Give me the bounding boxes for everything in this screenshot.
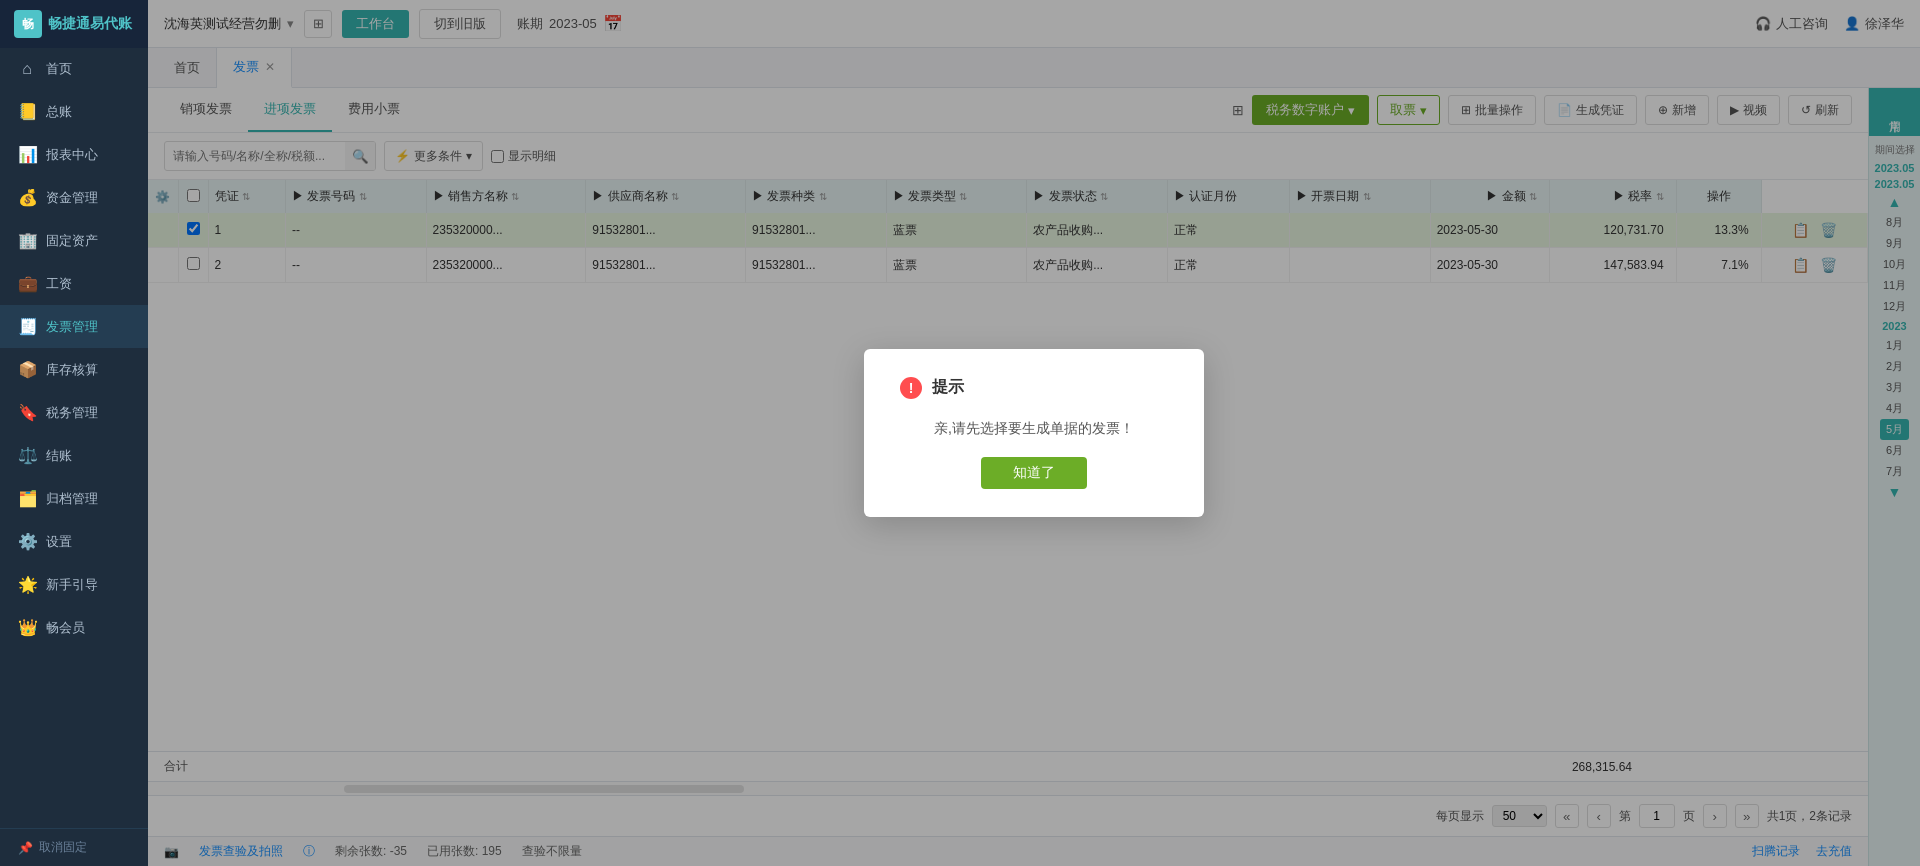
guide-icon: 🌟 [18, 575, 36, 594]
sidebar-item-reports[interactable]: 📊 报表中心 [0, 133, 148, 176]
sidebar-item-label: 库存核算 [46, 361, 98, 379]
sidebar-item-label: 报表中心 [46, 146, 98, 164]
warning-icon: ! [900, 377, 922, 399]
sidebar-item-label: 固定资产 [46, 232, 98, 250]
invoice-icon: 🧾 [18, 317, 36, 336]
cancel-pin-label: 取消固定 [39, 839, 87, 856]
app-name: 畅捷通易代账 [48, 15, 132, 33]
sidebar-item-label: 税务管理 [46, 404, 98, 422]
sidebar-item-ledger[interactable]: 📒 总账 [0, 90, 148, 133]
sidebar-item-label: 畅会员 [46, 619, 85, 637]
sidebar-item-label: 发票管理 [46, 318, 98, 336]
sidebar-item-inventory[interactable]: 📦 库存核算 [0, 348, 148, 391]
pin-icon: 📌 [18, 841, 33, 855]
modal-title: 提示 [932, 377, 964, 398]
sidebar: 畅 畅捷通易代账 ⌂ 首页 📒 总账 📊 报表中心 💰 资金管理 🏢 固定资产 … [0, 0, 148, 866]
assets-icon: 🏢 [18, 231, 36, 250]
main-content: 沈海英测试经营勿删 ▾ ⊞ 工作台 切到旧版 账期 2023-05 📅 🎧 人工… [148, 0, 1920, 866]
salary-icon: 💼 [18, 274, 36, 293]
tax-icon: 🔖 [18, 403, 36, 422]
sidebar-item-label: 资金管理 [46, 189, 98, 207]
sidebar-item-label: 工资 [46, 275, 72, 293]
modal-title-row: ! 提示 [900, 377, 1168, 399]
sidebar-item-archive[interactable]: 🗂️ 归档管理 [0, 477, 148, 520]
modal-footer: 知道了 [900, 457, 1168, 489]
sidebar-item-label: 首页 [46, 60, 72, 78]
sidebar-item-label: 设置 [46, 533, 72, 551]
modal-message: 亲,请先选择要生成单据的发票！ [934, 420, 1134, 436]
app-logo: 畅 畅捷通易代账 [0, 0, 148, 48]
modal-body: 亲,请先选择要生成单据的发票！ [934, 417, 1134, 439]
sidebar-item-assets[interactable]: 🏢 固定资产 [0, 219, 148, 262]
reports-icon: 📊 [18, 145, 36, 164]
inventory-icon: 📦 [18, 360, 36, 379]
logo-icon: 畅 [14, 10, 42, 38]
settlement-icon: ⚖️ [18, 446, 36, 465]
sidebar-item-salary[interactable]: 💼 工资 [0, 262, 148, 305]
sidebar-item-label: 结账 [46, 447, 72, 465]
sidebar-item-label: 归档管理 [46, 490, 98, 508]
ledger-icon: 📒 [18, 102, 36, 121]
sidebar-item-label: 新手引导 [46, 576, 98, 594]
sidebar-item-settings[interactable]: ⚙️ 设置 [0, 520, 148, 563]
sidebar-item-member[interactable]: 👑 畅会员 [0, 606, 148, 649]
sidebar-item-tax[interactable]: 🔖 税务管理 [0, 391, 148, 434]
funds-icon: 💰 [18, 188, 36, 207]
archive-icon: 🗂️ [18, 489, 36, 508]
settings-icon: ⚙️ [18, 532, 36, 551]
sidebar-item-label: 总账 [46, 103, 72, 121]
modal-dialog: ! 提示 亲,请先选择要生成单据的发票！ 知道了 [864, 349, 1204, 517]
sidebar-item-settlement[interactable]: ⚖️ 结账 [0, 434, 148, 477]
sidebar-cancel-pin[interactable]: 📌 取消固定 [0, 828, 148, 866]
sidebar-item-invoice[interactable]: 🧾 发票管理 [0, 305, 148, 348]
sidebar-item-funds[interactable]: 💰 资金管理 [0, 176, 148, 219]
modal-overlay: ! 提示 亲,请先选择要生成单据的发票！ 知道了 [148, 0, 1920, 866]
member-icon: 👑 [18, 618, 36, 637]
sidebar-item-guide[interactable]: 🌟 新手引导 [0, 563, 148, 606]
modal-ok-button[interactable]: 知道了 [981, 457, 1087, 489]
home-icon: ⌂ [18, 60, 36, 78]
sidebar-item-home[interactable]: ⌂ 首页 [0, 48, 148, 90]
